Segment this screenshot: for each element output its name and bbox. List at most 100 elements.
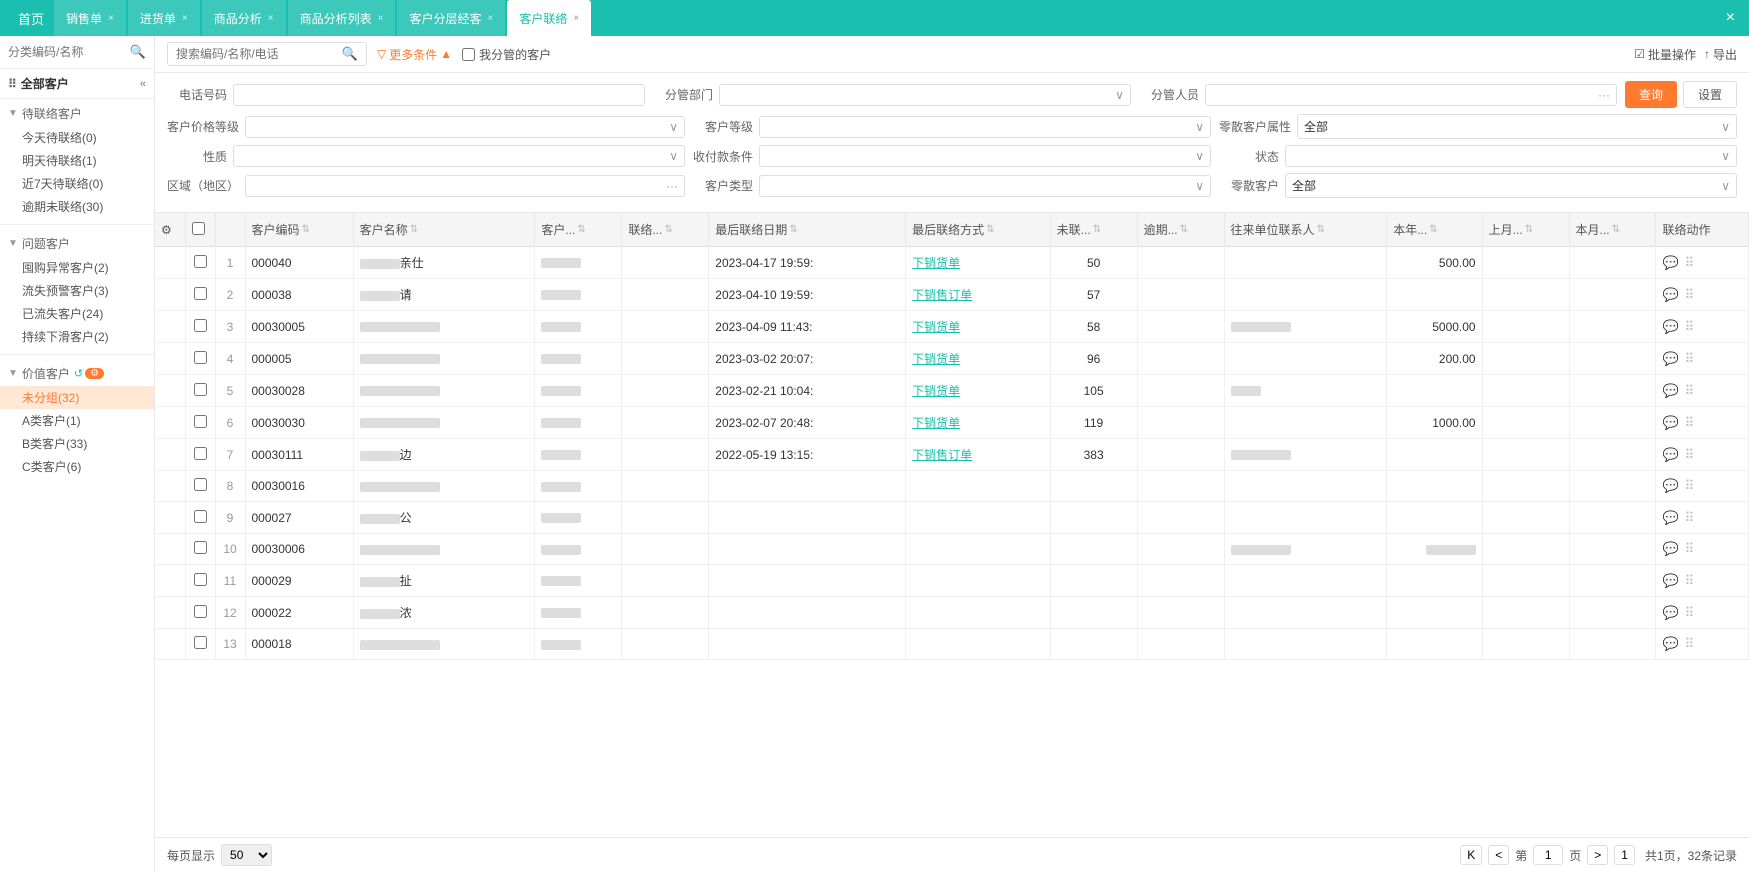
- tab-close-analysis[interactable]: ×: [268, 13, 274, 24]
- sidebar-search-icon[interactable]: 🔍: [130, 44, 146, 60]
- chat-icon[interactable]: 💬: [1662, 255, 1678, 271]
- grid-action-icon[interactable]: ⠿: [1685, 636, 1695, 652]
- sidebar-item-overdue[interactable]: 逾期未联络(30): [0, 195, 154, 218]
- query-button[interactable]: 查询: [1625, 81, 1677, 108]
- col-last-contact-date[interactable]: 最后联络日期⇅: [709, 213, 906, 247]
- row-checkbox[interactable]: [194, 636, 207, 649]
- refresh-icon[interactable]: ↺: [74, 367, 83, 380]
- filter-nature-select[interactable]: ∨: [233, 145, 685, 167]
- grid-action-icon[interactable]: ⠿: [1685, 415, 1695, 431]
- filter-customer-type-select[interactable]: ∨: [759, 175, 1211, 197]
- contact-method-link[interactable]: 下销售订单: [912, 288, 972, 302]
- filter-status-select[interactable]: ∨: [1285, 145, 1737, 167]
- filter-more-conditions[interactable]: ▽ 更多条件 ▲: [377, 46, 452, 63]
- page-number-input[interactable]: [1533, 845, 1563, 865]
- row-checkbox[interactable]: [194, 605, 207, 618]
- td-checkbox[interactable]: [185, 502, 215, 534]
- nav-home[interactable]: 首页: [8, 9, 54, 28]
- grid-action-icon[interactable]: ⠿: [1685, 351, 1695, 367]
- td-checkbox[interactable]: [185, 375, 215, 407]
- contact-method-link[interactable]: 下销货单: [912, 384, 960, 398]
- sidebar-item-ungroup[interactable]: 未分组(32): [0, 386, 154, 409]
- grid-action-icon[interactable]: ⠿: [1685, 478, 1695, 494]
- chat-icon[interactable]: 💬: [1662, 415, 1678, 431]
- prev-page-button[interactable]: <: [1488, 845, 1509, 865]
- sidebar-search-input[interactable]: [8, 45, 130, 59]
- col-code[interactable]: 客户编码⇅: [245, 213, 353, 247]
- tab-close-purchase[interactable]: ×: [182, 13, 188, 24]
- td-checkbox[interactable]: [185, 597, 215, 629]
- nav-tab-customer-contact[interactable]: 客户联络 ×: [507, 0, 591, 36]
- col-last-contact-method[interactable]: 最后联络方式⇅: [906, 213, 1051, 247]
- col-last-month[interactable]: 上月...⇅: [1482, 213, 1569, 247]
- row-checkbox[interactable]: [194, 415, 207, 428]
- grid-action-icon[interactable]: ⠿: [1685, 255, 1695, 271]
- col-settings[interactable]: ⚙: [155, 213, 185, 247]
- td-checkbox[interactable]: [185, 247, 215, 279]
- filter-manager-select[interactable]: ···: [1205, 84, 1617, 106]
- td-checkbox[interactable]: [185, 279, 215, 311]
- col-name[interactable]: 客户名称⇅: [353, 213, 535, 247]
- nav-tab-purchase[interactable]: 进货单 ×: [128, 0, 200, 36]
- chat-icon[interactable]: 💬: [1662, 636, 1678, 652]
- grid-action-icon[interactable]: ⠿: [1685, 383, 1695, 399]
- select-all-checkbox[interactable]: [192, 222, 205, 235]
- my-customers-checkbox-label[interactable]: 我分管的客户: [462, 46, 551, 63]
- batch-op-button[interactable]: ☑ 批量操作: [1634, 46, 1696, 63]
- sidebar-group-pending-header[interactable]: ▼ 待联络客户: [0, 101, 154, 126]
- row-checkbox[interactable]: [194, 447, 207, 460]
- grid-action-icon[interactable]: ⠿: [1685, 573, 1695, 589]
- sidebar-collapse-btn[interactable]: «: [140, 78, 146, 90]
- col-overdue[interactable]: 逾期...⇅: [1137, 213, 1224, 247]
- tab-close-analysis-list[interactable]: ×: [378, 13, 384, 24]
- first-page-button[interactable]: K: [1460, 845, 1482, 865]
- tab-close-customer-contact[interactable]: ×: [573, 13, 579, 24]
- col-type[interactable]: 客户...⇅: [535, 213, 622, 247]
- sidebar-all-customers[interactable]: ⠿ 全部客户 «: [0, 69, 154, 99]
- td-checkbox[interactable]: [185, 565, 215, 597]
- col-this-month[interactable]: 本月...⇅: [1569, 213, 1656, 247]
- filter-payment-select[interactable]: ∨: [759, 145, 1211, 167]
- sidebar-item-churn-warning[interactable]: 流失预警客户(3): [0, 279, 154, 302]
- td-checkbox[interactable]: [185, 471, 215, 502]
- row-checkbox[interactable]: [194, 510, 207, 523]
- contact-method-link[interactable]: 下销货单: [912, 320, 960, 334]
- td-checkbox[interactable]: [185, 343, 215, 375]
- td-checkbox[interactable]: [185, 534, 215, 565]
- sidebar-item-declining[interactable]: 持续下滑客户(2): [0, 325, 154, 348]
- row-checkbox[interactable]: [194, 573, 207, 586]
- filter-region-select[interactable]: ···: [245, 175, 685, 197]
- filter-price-level-select[interactable]: ∨: [245, 116, 685, 138]
- td-checkbox[interactable]: [185, 439, 215, 471]
- sidebar-item-c-class[interactable]: C类客户(6): [0, 455, 154, 478]
- filter-search-icon[interactable]: 🔍: [342, 46, 358, 62]
- my-customers-checkbox[interactable]: [462, 48, 475, 61]
- settings-icon[interactable]: ⚙: [161, 223, 172, 237]
- chat-icon[interactable]: 💬: [1662, 605, 1678, 621]
- filter-retail-scatter-select[interactable]: 全部 ∨: [1285, 173, 1737, 198]
- grid-action-icon[interactable]: ⠿: [1685, 447, 1695, 463]
- export-button[interactable]: ↑ 导出: [1704, 46, 1737, 63]
- sidebar-group-value-header[interactable]: ▼ 价值客户 ↺ ⚙: [0, 361, 154, 386]
- chat-icon[interactable]: 💬: [1662, 287, 1678, 303]
- nav-tab-sales[interactable]: 销售单 ×: [54, 0, 126, 36]
- row-checkbox[interactable]: [194, 383, 207, 396]
- nav-tab-customer-segment[interactable]: 客户分层经客 ×: [397, 0, 505, 36]
- col-unit-contact[interactable]: 往来单位联系人⇅: [1224, 213, 1387, 247]
- chat-icon[interactable]: 💬: [1662, 510, 1678, 526]
- nav-tab-analysis[interactable]: 商品分析 ×: [202, 0, 286, 36]
- sidebar-item-7days[interactable]: 近7天待联络(0): [0, 172, 154, 195]
- filter-phone-input[interactable]: [233, 84, 645, 106]
- contact-method-link[interactable]: 下销售订单: [912, 448, 972, 462]
- contact-method-link[interactable]: 下销货单: [912, 352, 960, 366]
- tab-close-customer-segment[interactable]: ×: [487, 13, 493, 24]
- contact-method-link[interactable]: 下销货单: [912, 256, 960, 270]
- row-checkbox[interactable]: [194, 255, 207, 268]
- grid-action-icon[interactable]: ⠿: [1685, 319, 1695, 335]
- window-close-button[interactable]: ×: [1720, 9, 1741, 27]
- sidebar-item-tomorrow[interactable]: 明天待联络(1): [0, 149, 154, 172]
- col-checkbox[interactable]: [185, 213, 215, 247]
- td-checkbox[interactable]: [185, 407, 215, 439]
- row-checkbox[interactable]: [194, 287, 207, 300]
- sidebar-item-b-class[interactable]: B类客户(33): [0, 432, 154, 455]
